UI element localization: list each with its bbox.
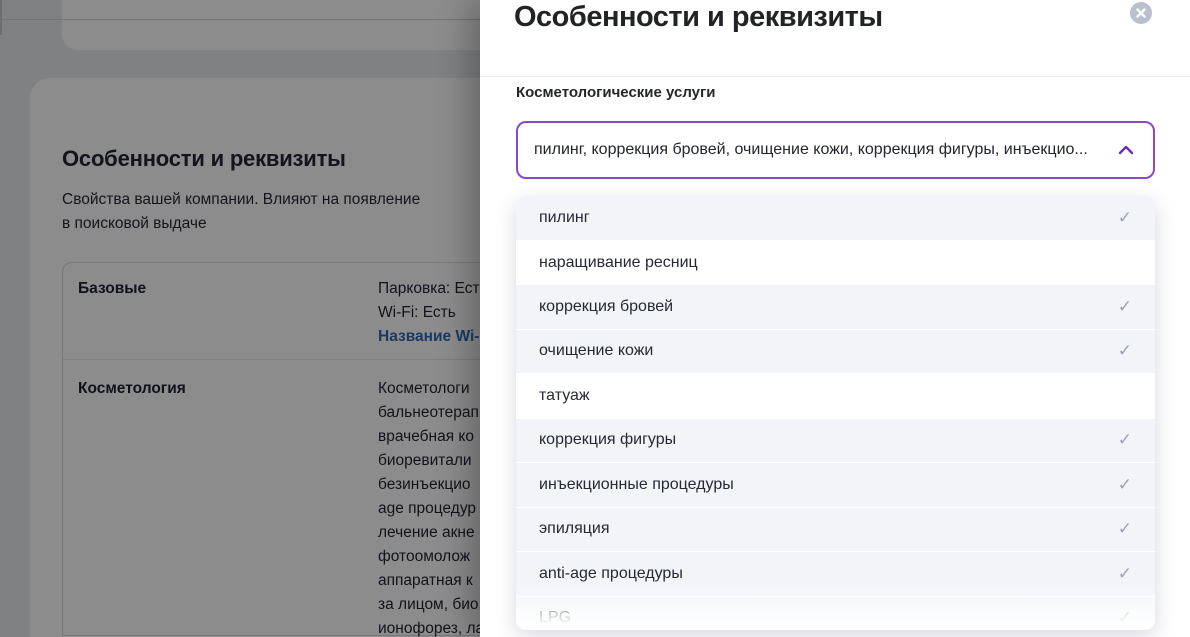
option-label: наращивание ресниц bbox=[539, 253, 698, 271]
cosmetology-services-label: Косметологические услуги bbox=[516, 84, 716, 101]
dropdown-option[interactable]: LPG ✓ bbox=[516, 596, 1155, 630]
close-button[interactable] bbox=[1130, 2, 1152, 24]
features-modal: Особенности и реквизиты Косметологически… bbox=[480, 0, 1190, 637]
dropdown-option[interactable]: пилинг ✓ bbox=[516, 196, 1155, 241]
dropdown-option[interactable]: anti-age процедуры ✓ bbox=[516, 552, 1155, 597]
check-icon: ✓ bbox=[1117, 207, 1132, 228]
check-icon: ✓ bbox=[1117, 563, 1132, 584]
services-dropdown-list: пилинг ✓ наращивание ресниц ✓ коррекция … bbox=[516, 196, 1155, 630]
dropdown-option[interactable]: коррекция бровей ✓ bbox=[516, 285, 1155, 330]
check-icon: ✓ bbox=[1117, 430, 1132, 451]
check-icon: ✓ bbox=[1117, 519, 1132, 540]
option-label: коррекция фигуры bbox=[539, 431, 677, 449]
check-icon: ✓ bbox=[1117, 474, 1132, 495]
modal-header-divider bbox=[480, 76, 1190, 77]
chevron-up-icon bbox=[1118, 145, 1134, 155]
option-label: anti-age процедуры bbox=[539, 564, 683, 582]
modal-title: Особенности и реквизиты bbox=[514, 1, 883, 33]
dropdown-option[interactable]: наращивание ресниц ✓ bbox=[516, 240, 1155, 285]
cosmetology-services-select[interactable]: пилинг, коррекция бровей, очищение кожи,… bbox=[516, 121, 1155, 179]
option-label: эпиляция bbox=[539, 520, 610, 538]
dropdown-option[interactable]: коррекция фигуры ✓ bbox=[516, 418, 1155, 463]
option-label: очищение кожи bbox=[539, 342, 654, 360]
check-icon: ✓ bbox=[1117, 341, 1132, 362]
check-icon: ✓ bbox=[1117, 296, 1132, 317]
option-label: инъекционные процедуры bbox=[539, 475, 734, 493]
close-icon bbox=[1136, 8, 1146, 18]
option-label: татуаж bbox=[539, 387, 590, 405]
dropdown-option[interactable]: татуаж ✓ bbox=[516, 374, 1155, 419]
option-label: пилинг bbox=[539, 208, 590, 226]
option-label: LPG bbox=[539, 609, 572, 627]
option-label: коррекция бровей bbox=[539, 297, 674, 315]
dropdown-option[interactable]: очищение кожи ✓ bbox=[516, 329, 1155, 374]
dropdown-option[interactable]: эпиляция ✓ bbox=[516, 507, 1155, 552]
select-value: пилинг, коррекция бровей, очищение кожи,… bbox=[534, 141, 1088, 158]
app-root: ✕ ✕ Особенности и реквизиты Свойства ваш… bbox=[0, 0, 1190, 637]
check-icon: ✓ bbox=[1117, 608, 1132, 629]
dropdown-option[interactable]: инъекционные процедуры ✓ bbox=[516, 463, 1155, 508]
